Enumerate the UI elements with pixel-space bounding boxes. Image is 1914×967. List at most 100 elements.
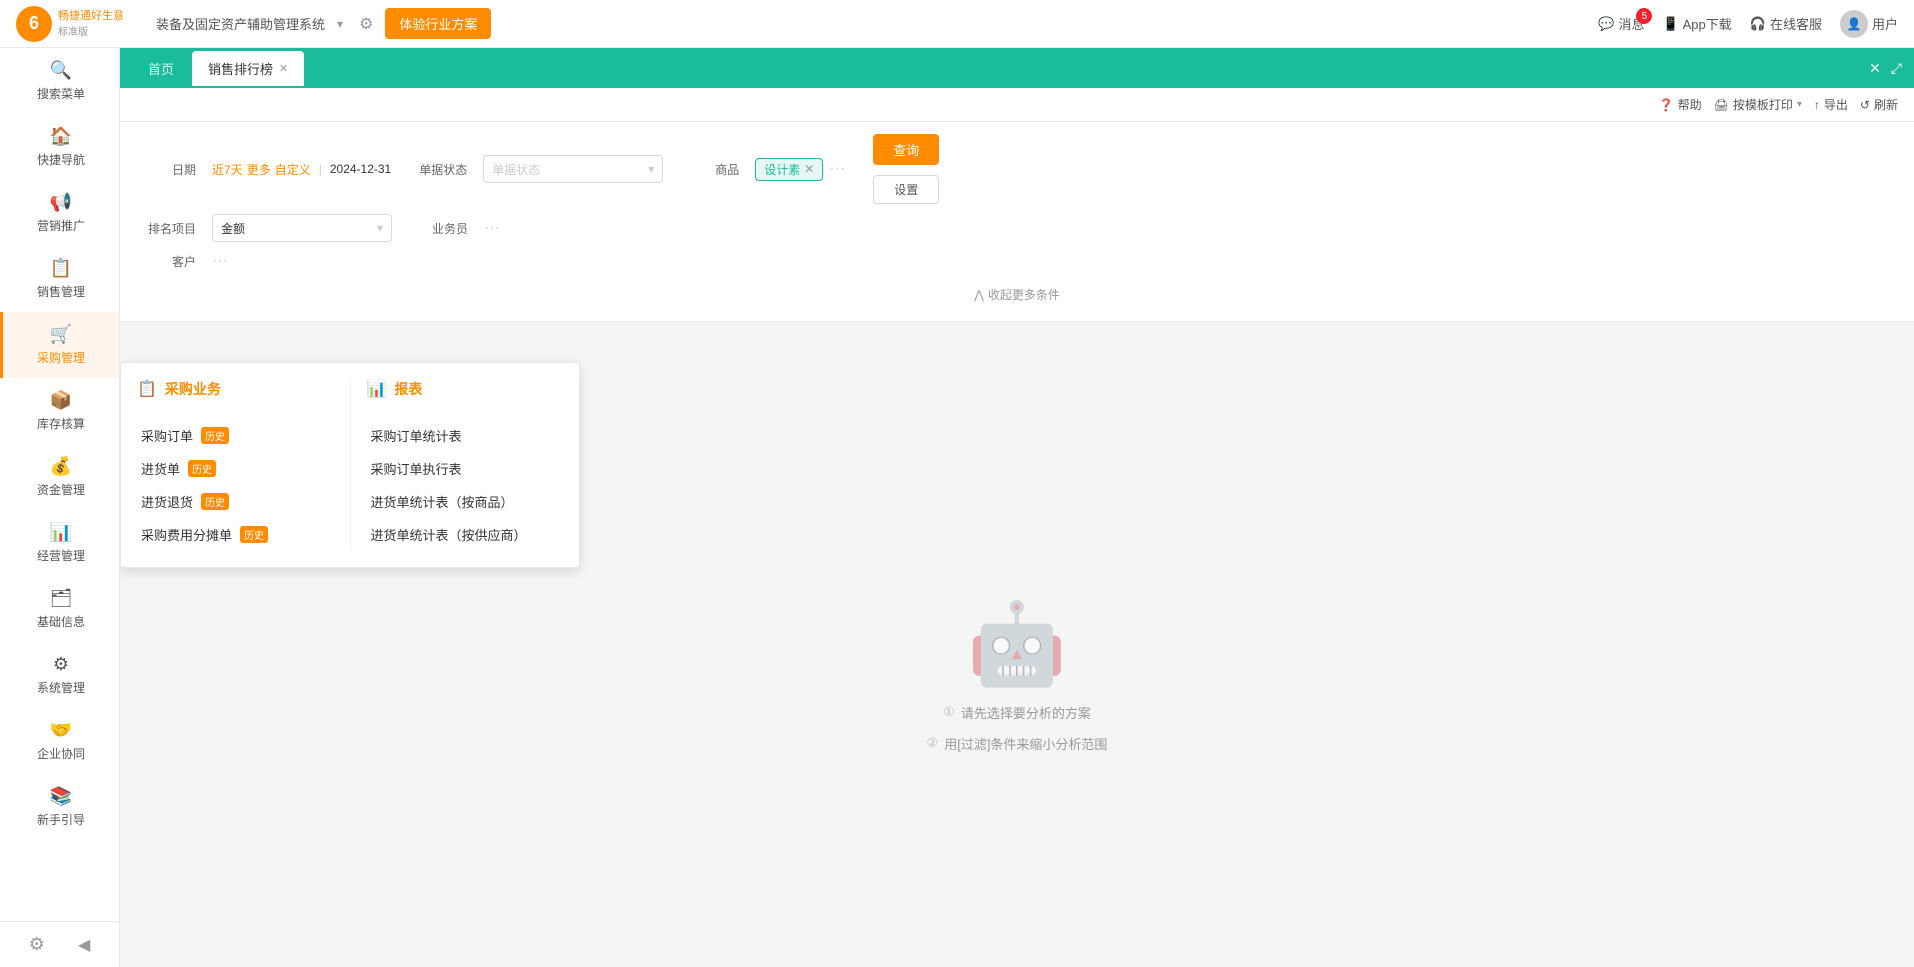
refresh-button[interactable]: ↺ 刷新: [1860, 96, 1898, 113]
goods-tag-close[interactable]: ✕: [804, 162, 814, 176]
user-area[interactable]: 👤 用户: [1840, 10, 1898, 38]
export-button[interactable]: ↑ 导出: [1814, 96, 1848, 113]
avatar: 👤: [1840, 10, 1868, 38]
tab-close-window-icon[interactable]: ✕: [1869, 60, 1881, 77]
dropdown-item-stock-stat-goods[interactable]: 进货单统计表（按商品）: [367, 485, 564, 518]
sidebar-item-guide[interactable]: 📚 新手引导: [0, 774, 119, 840]
doc-status-select[interactable]: 单据状态 ▾: [483, 155, 663, 183]
sidebar-label-enterprise: 企业协同: [37, 745, 85, 762]
date-shortcut-custom[interactable]: 自定义: [275, 161, 311, 178]
logo-badge: 标准版: [58, 23, 124, 38]
dropdown-item-stock-return[interactable]: 进货退货 历史: [137, 485, 334, 518]
print-template-button[interactable]: 🖨 按模板打印 ▾: [1714, 96, 1802, 113]
sidebar-item-sales[interactable]: 📋 销售管理: [0, 246, 119, 312]
collapse-icon[interactable]: ◀: [78, 935, 90, 955]
headset-icon: 🎧: [1750, 16, 1766, 32]
date-shortcut-more[interactable]: 更多: [247, 161, 271, 178]
dropdown-item-purchase-fee[interactable]: 采购费用分摊单 历史: [137, 518, 334, 551]
dropdown-item-stock-stat-supplier[interactable]: 进货单统计表（按供应商）: [367, 518, 564, 551]
logo-area: 6 畅捷通好生意 标准版: [16, 6, 136, 42]
goods-tag-text: 设计素: [764, 161, 800, 178]
dropdown-item-label-stock-stat-goods: 进货单统计表（按商品）: [371, 492, 514, 511]
salesman-control: ···: [484, 219, 500, 237]
sidebar-item-quick[interactable]: 🏠 快捷导航: [0, 114, 119, 180]
logo-icon: 6: [16, 6, 52, 42]
doc-status-placeholder: 单据状态: [492, 161, 540, 178]
content-area: 首页 销售排行榜 ✕ ✕ ⤢ ❓ 帮助 🖨 按模板打印 ▾ ↑: [120, 48, 1914, 967]
sidebar-label-system: 系统管理: [37, 679, 85, 696]
gear-icon[interactable]: ⚙: [359, 14, 373, 34]
filter-row-1: 日期 近7天 更多 自定义 | 2024-12-31 单据状态 单据状态 ▾ 商…: [136, 134, 1898, 204]
finance-icon: 💰: [50, 456, 72, 477]
logo-text-group: 畅捷通好生意 标准版: [58, 9, 124, 38]
tab-sales-rank-label: 销售排行榜: [208, 59, 273, 78]
top-bar: 6 畅捷通好生意 标准版 装备及固定资产辅助管理系统 ▾ ⚙ 体验行业方案 💬 …: [0, 0, 1914, 48]
dropdown-item-label-stock-in: 进货单: [141, 459, 180, 478]
dropdown-item-purchase-order-stat[interactable]: 采购订单统计表: [367, 419, 564, 452]
sidebar-label-quick: 快捷导航: [37, 151, 85, 168]
main-layout: 🔍 搜索菜单 🏠 快捷导航 📢 营销推广 📋 销售管理 🛒 采购管理 📦 库存核…: [0, 48, 1914, 967]
dropdown-purchase-col: 📋 采购业务 采购订单 历史 进货单 历史 进货退货 历史: [137, 379, 334, 551]
salesman-dots[interactable]: ···: [484, 219, 500, 237]
sidebar-item-system[interactable]: ⚙ 系统管理: [0, 642, 119, 708]
chevron-down-icon[interactable]: ▾: [337, 17, 343, 31]
purchase-icon: 🛒: [50, 324, 72, 345]
sidebar-item-purchase[interactable]: 🛒 采购管理: [0, 312, 119, 378]
customer-dots[interactable]: ···: [212, 252, 228, 270]
rank-item-chevron: ▾: [377, 221, 383, 235]
settings-bottom-icon[interactable]: ⚙: [29, 934, 45, 955]
rank-item-select[interactable]: 金额 ▾: [212, 214, 392, 242]
sidebar-label-inventory: 库存核算: [37, 415, 85, 432]
sidebar-item-marketing[interactable]: 📢 营销推广: [0, 180, 119, 246]
top-right-area: 💬 消息 5 📱 App下载 🎧 在线客服 👤 用户: [1598, 10, 1898, 38]
purchase-col-title-text: 采购业务: [165, 379, 221, 399]
purchase-dropdown-menu: 📋 采购业务 采购订单 历史 进货单 历史 进货退货 历史: [120, 362, 580, 568]
rank-item-value: 金额: [221, 220, 245, 237]
date-range-control: 近7天 更多 自定义 | 2024-12-31: [212, 161, 391, 178]
dropdown-item-purchase-order[interactable]: 采购订单 历史: [137, 419, 334, 452]
sidebar-item-basic[interactable]: 🗂 基础信息: [0, 576, 119, 642]
salesman-label: 业务员: [408, 220, 468, 237]
online-service-item[interactable]: 🎧 在线客服: [1750, 14, 1822, 33]
query-button[interactable]: 查询: [873, 134, 939, 165]
tab-home[interactable]: 首页: [132, 51, 190, 86]
report-col-icon: 📊: [367, 379, 387, 399]
operation-icon: 📊: [50, 522, 72, 543]
help-icon: ❓: [1659, 98, 1674, 112]
tab-home-label: 首页: [148, 59, 174, 78]
tab-close-icon[interactable]: ✕: [279, 62, 288, 75]
print-icon: 🖨: [1714, 98, 1729, 112]
goods-dots[interactable]: ···: [829, 160, 845, 178]
sidebar-label-search: 搜索菜单: [37, 85, 85, 102]
tab-expand-icon[interactable]: ⤢: [1891, 60, 1902, 77]
customer-control: ···: [212, 252, 228, 270]
sidebar-item-operation[interactable]: 📊 经营管理: [0, 510, 119, 576]
dropdown-item-purchase-order-exec[interactable]: 采购订单执行表: [367, 452, 564, 485]
sidebar-item-enterprise[interactable]: 🤝 企业协同: [0, 708, 119, 774]
cta-button[interactable]: 体验行业方案: [385, 8, 491, 39]
print-chevron-icon: ▾: [1797, 99, 1802, 110]
dropdown-item-stock-in[interactable]: 进货单 历史: [137, 452, 334, 485]
app-download-item[interactable]: 📱 App下载: [1662, 14, 1731, 33]
doc-status-chevron: ▾: [648, 162, 654, 176]
sidebar-item-finance[interactable]: 💰 资金管理: [0, 444, 119, 510]
help-button[interactable]: ❓ 帮助: [1659, 96, 1702, 113]
sidebar-label-purchase: 采购管理: [37, 349, 85, 366]
date-label: 日期: [136, 161, 196, 178]
collapse-button[interactable]: ⋀ 收起更多条件: [136, 280, 1898, 309]
sidebar-item-inventory[interactable]: 📦 库存核算: [0, 378, 119, 444]
system-icon: ⚙: [53, 654, 69, 675]
date-shortcut-7days[interactable]: 近7天: [212, 161, 243, 178]
sidebar: 🔍 搜索菜单 🏠 快捷导航 📢 营销推广 📋 销售管理 🛒 采购管理 📦 库存核…: [0, 48, 120, 967]
print-label: 按模板打印: [1733, 96, 1793, 113]
dropdown-item-label-stock-stat-supplier: 进货单统计表（按供应商）: [371, 525, 527, 544]
tab-sales-rank[interactable]: 销售排行榜 ✕: [192, 51, 304, 86]
collapse-label: 收起更多条件: [988, 286, 1060, 303]
history-badge-2: 历史: [188, 460, 216, 477]
sidebar-item-search[interactable]: 🔍 搜索菜单: [0, 48, 119, 114]
settings-button[interactable]: 设置: [873, 175, 939, 204]
dropdown-item-label-purchase-fee: 采购费用分摊单: [141, 525, 232, 544]
dropdown-item-label-stock-return: 进货退货: [141, 492, 193, 511]
history-badge-3: 历史: [201, 493, 229, 510]
notification-item[interactable]: 💬 消息 5: [1598, 14, 1644, 33]
